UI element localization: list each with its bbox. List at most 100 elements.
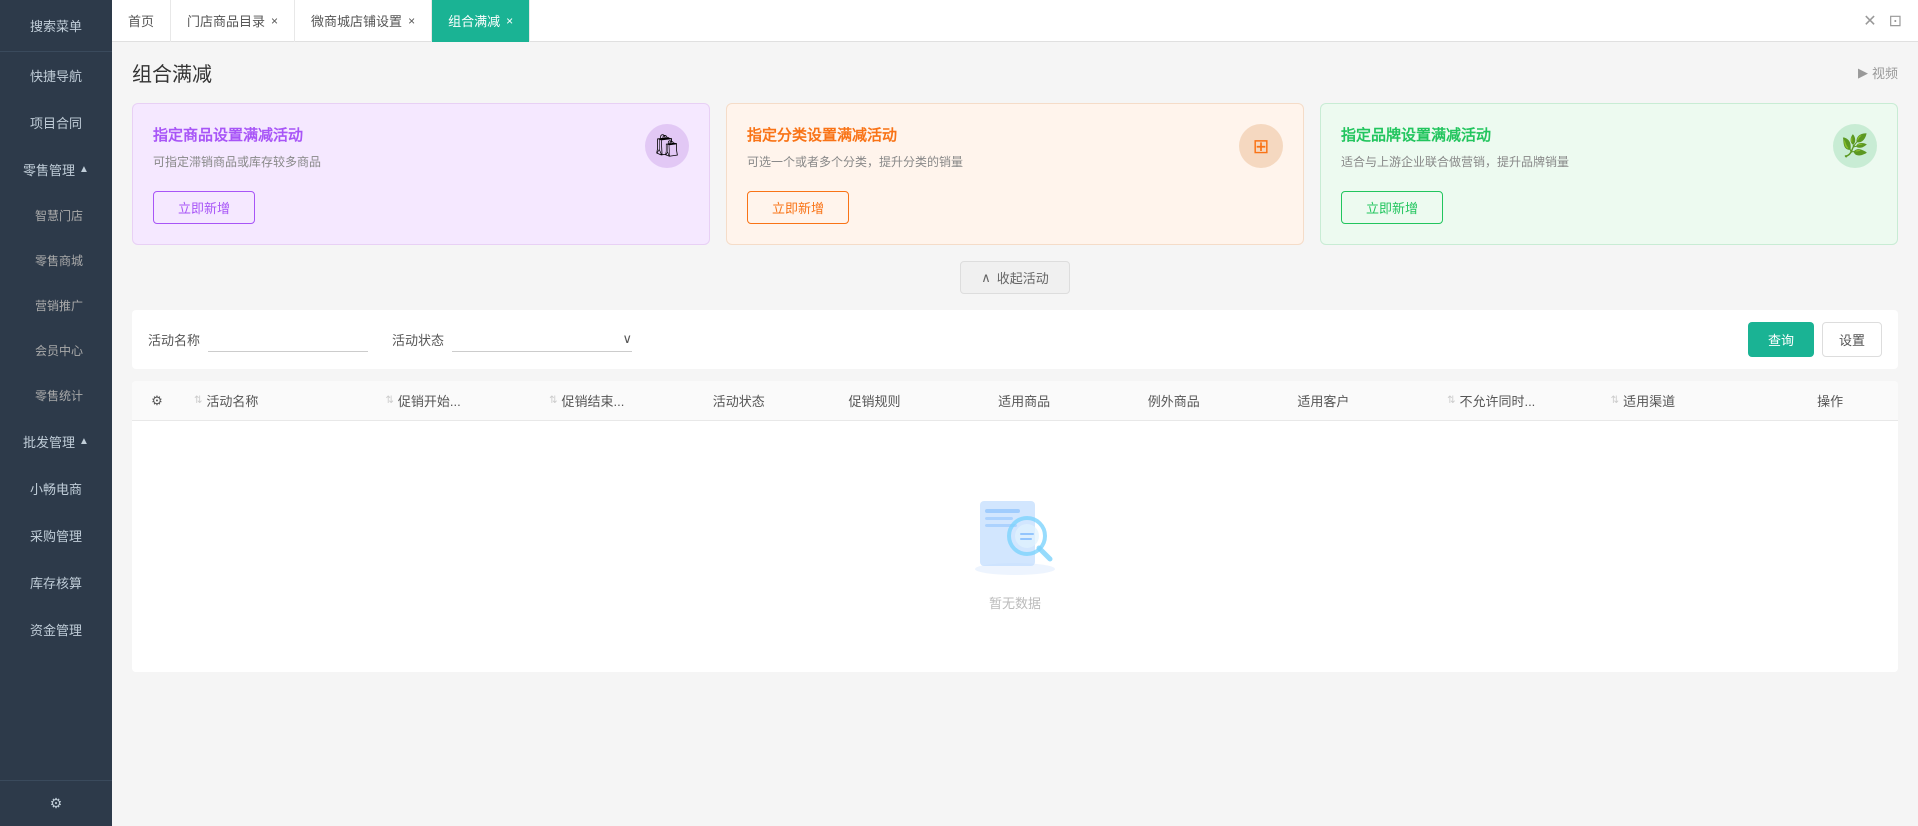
sidebar-item-member-center[interactable]: 会员中心 <box>0 328 112 373</box>
th-label: 操作 <box>1817 391 1843 410</box>
card-title-category: 指定分类设置满减活动 <box>747 124 1283 145</box>
th-settings[interactable]: ⚙ <box>132 393 182 409</box>
th-ops: 操作 <box>1762 391 1898 410</box>
sidebar-item-quick-nav[interactable]: 快捷导航 <box>0 52 112 99</box>
sidebar-item-label: 批发管理 <box>23 432 75 451</box>
play-icon: ▶ <box>1858 65 1868 81</box>
close-icon[interactable]: × <box>271 14 278 28</box>
page-content: 组合满减 ▶ 视频 🛍 指定商品设置满减活动 可指定滞销商品或库存较多商品 立即… <box>112 42 1918 826</box>
th-end[interactable]: ⇅ 促销结束... <box>537 391 701 410</box>
window-controls: ✕ ⊡ <box>1863 11 1910 31</box>
setting-button[interactable]: 设置 <box>1822 322 1882 357</box>
card-icon-category: ⊞ <box>1239 124 1283 168</box>
tab-combo-discount[interactable]: 组合满减 × <box>432 0 530 42</box>
video-label: 视频 <box>1872 63 1898 82</box>
promo-cards-section: 🛍 指定商品设置满减活动 可指定滞销商品或库存较多商品 立即新增 ⊞ 指定分类设… <box>132 103 1898 245</box>
close-icon[interactable]: × <box>408 14 415 28</box>
sidebar-item-marketing[interactable]: 营销推广 <box>0 283 112 328</box>
th-start[interactable]: ⇅ 促销开始... <box>374 391 538 410</box>
filter-status-select[interactable]: ∨ <box>452 327 632 352</box>
brand-promo-card: 🌿 指定品牌设置满减活动 适合与上游企业联合做营销，提升品牌销量 立即新增 <box>1320 103 1898 245</box>
sidebar-item-wholesale-mgmt[interactable]: 批发管理 ▲ <box>0 418 112 465</box>
settings-icon: ⚙ <box>151 393 163 409</box>
th-sort-icon: ⇅ <box>386 395 394 406</box>
th-goods: 适用商品 <box>986 391 1136 410</box>
tab-home[interactable]: 首页 <box>120 0 171 42</box>
filter-bar: 活动名称 活动状态 ∨ 查询 设置 <box>132 310 1898 369</box>
minimize-window-icon[interactable]: ⊡ <box>1889 11 1902 31</box>
sidebar-item-xiaochangec[interactable]: 小畅电商 <box>0 465 112 512</box>
collapse-label: 收起活动 <box>997 268 1049 287</box>
query-button[interactable]: 查询 <box>1748 322 1814 357</box>
th-label: 适用客户 <box>1297 391 1349 410</box>
filter-name-label: 活动名称 <box>148 330 200 349</box>
sidebar-item-inventory[interactable]: 库存核算 <box>0 559 112 606</box>
chevron-down-icon: ∨ <box>623 331 633 347</box>
sidebar-item-label: 采购管理 <box>30 526 82 545</box>
category-card-add-button[interactable]: 立即新增 <box>747 191 849 224</box>
sidebar-item-label: 会员中心 <box>35 342 83 359</box>
card-title-brand: 指定品牌设置满减活动 <box>1341 124 1877 145</box>
main-area: 首页 门店商品目录 × 微商城店铺设置 × 组合满减 × ✕ ⊡ 组合满减 ▶ … <box>112 0 1918 826</box>
th-status: 活动状态 <box>701 391 837 410</box>
sidebar-item-smart-store[interactable]: 智慧门店 <box>0 193 112 238</box>
sidebar-item-project-contract[interactable]: 项目合同 <box>0 99 112 146</box>
sidebar-item-label: 零售统计 <box>35 387 83 404</box>
sidebar-item-finance[interactable]: 资金管理 <box>0 606 112 653</box>
sidebar-item-retail-mgmt[interactable]: 零售管理 ▲ <box>0 146 112 193</box>
th-sort-icon: ⇅ <box>549 395 557 406</box>
th-label: 不允许同时... <box>1459 391 1535 410</box>
tab-label: 微商城店铺设置 <box>311 11 402 30</box>
close-icon[interactable]: × <box>506 14 513 28</box>
goods-card-add-button[interactable]: 立即新增 <box>153 191 255 224</box>
page-title: 组合满减 <box>132 58 212 87</box>
th-label: 例外商品 <box>1148 391 1200 410</box>
close-window-icon[interactable]: ✕ <box>1863 11 1876 31</box>
th-name[interactable]: ⇅ 活动名称 <box>182 391 374 410</box>
sidebar-item-label: 项目合同 <box>30 113 82 132</box>
th-label: 活动名称 <box>206 391 258 410</box>
th-sort-icon: ⇅ <box>194 395 202 406</box>
sidebar-item-retail-stats[interactable]: 零售统计 <box>0 373 112 418</box>
brand-card-add-button[interactable]: 立即新增 <box>1341 191 1443 224</box>
expand-icon: ▲ <box>79 164 89 175</box>
sidebar-settings-button[interactable]: ⚙ <box>0 780 112 826</box>
empty-state: 暂无数据 <box>132 421 1898 672</box>
filter-name-input[interactable] <box>208 328 368 352</box>
th-sort-icon: ⇅ <box>1447 395 1455 406</box>
empty-text: 暂无数据 <box>989 593 1041 612</box>
filter-actions: 查询 设置 <box>1748 322 1882 357</box>
tab-ministore-settings[interactable]: 微商城店铺设置 × <box>295 0 432 42</box>
tab-label: 首页 <box>128 11 154 30</box>
filter-name-group: 活动名称 <box>148 328 368 352</box>
video-link[interactable]: ▶ 视频 <box>1858 63 1898 82</box>
expand-icon: ▲ <box>79 436 89 447</box>
sidebar-item-label: 智慧门店 <box>35 207 83 224</box>
page-header: 组合满减 ▶ 视频 <box>132 58 1898 87</box>
sidebar-item-purchase-mgmt[interactable]: 采购管理 <box>0 512 112 559</box>
sidebar-search[interactable]: 搜索菜单 <box>0 0 112 52</box>
sidebar-item-label: 小畅电商 <box>30 479 82 498</box>
th-channel[interactable]: ⇅ 适用渠道 <box>1599 391 1763 410</box>
sidebar-item-retail-mall[interactable]: 零售商城 <box>0 238 112 283</box>
tab-label: 组合满减 <box>448 11 500 30</box>
tab-store-catalog[interactable]: 门店商品目录 × <box>171 0 295 42</box>
card-icon-goods: 🛍 <box>645 124 689 168</box>
data-table: ⚙ ⇅ 活动名称 ⇅ 促销开始... ⇅ 促销结束... 活动状态 <box>132 381 1898 672</box>
table-header: ⚙ ⇅ 活动名称 ⇅ 促销开始... ⇅ 促销结束... 活动状态 <box>132 381 1898 421</box>
th-label: 适用渠道 <box>1623 391 1675 410</box>
th-label: 活动状态 <box>713 391 765 410</box>
sidebar-item-label: 快捷导航 <box>30 66 82 85</box>
collapse-button[interactable]: ∧ 收起活动 <box>960 261 1070 294</box>
sidebar: 搜索菜单 快捷导航 项目合同 零售管理 ▲ 智慧门店 零售商城 营销推广 会员中… <box>0 0 112 826</box>
card-desc-category: 可选一个或者多个分类，提升分类的销量 <box>747 153 1283 171</box>
sidebar-item-label: 库存核算 <box>30 573 82 592</box>
filter-status-group: 活动状态 ∨ <box>392 327 632 352</box>
th-customer: 适用客户 <box>1285 391 1435 410</box>
settings-icon: ⚙ <box>50 795 63 811</box>
th-rule: 促销规则 <box>836 391 986 410</box>
th-notallow[interactable]: ⇅ 不允许同时... <box>1435 391 1599 410</box>
th-except: 例外商品 <box>1136 391 1286 410</box>
th-label: 促销开始... <box>398 391 461 410</box>
sidebar-item-label: 营销推广 <box>35 297 83 314</box>
